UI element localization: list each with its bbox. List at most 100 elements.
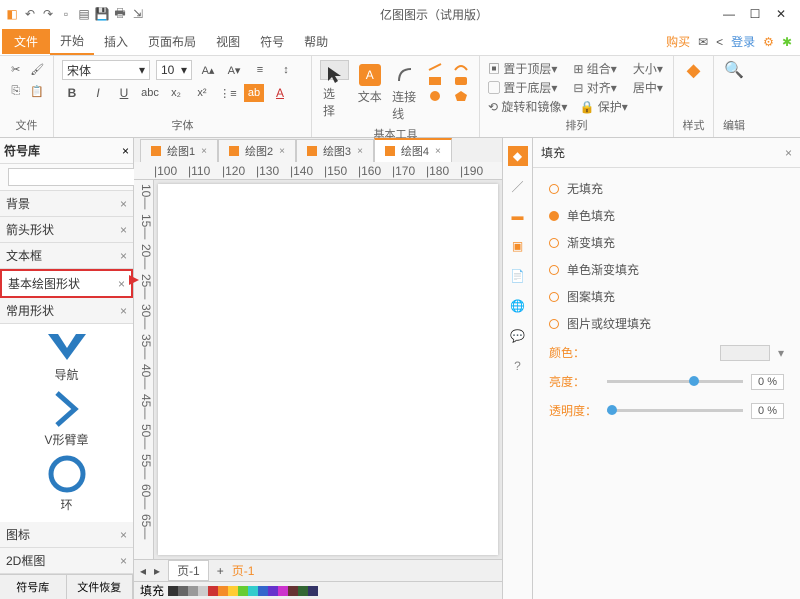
minimize-icon[interactable]: — (722, 7, 736, 21)
swatch[interactable] (258, 586, 268, 596)
line-shape-icon[interactable] (427, 62, 443, 72)
sub-icon[interactable]: x₂ (166, 84, 186, 102)
fill-option-4[interactable]: 图案填充 (549, 288, 784, 305)
swatch[interactable] (178, 586, 188, 596)
undo-icon[interactable]: ↶ (22, 6, 38, 22)
open-icon[interactable]: ▤ (76, 6, 92, 22)
bold-icon[interactable]: B (62, 84, 82, 102)
opacity-slider[interactable] (607, 409, 743, 412)
fill-option-1[interactable]: 单色填充 (549, 207, 784, 224)
highlight-icon[interactable]: ab (244, 84, 264, 102)
save-icon[interactable]: 💾 (94, 6, 110, 22)
settings-icon[interactable]: ⚙ (763, 35, 774, 49)
cut-icon[interactable]: ✂ (8, 60, 24, 78)
share-icon[interactable]: < (716, 35, 723, 49)
layer-tool-icon[interactable]: ▣ (508, 236, 528, 256)
strike-icon[interactable]: abc (140, 84, 160, 102)
page-nav-prev[interactable]: ◂ (140, 564, 146, 578)
arrange-rotate[interactable]: ⟲ 旋转和镜像▾ (488, 98, 567, 115)
shadow-tool-icon[interactable]: ▬ (508, 206, 528, 226)
shrink-font-icon[interactable]: A▾ (224, 61, 244, 79)
swatch[interactable] (298, 586, 308, 596)
brightness-slider[interactable] (607, 380, 743, 383)
close-icon[interactable]: ✕ (774, 7, 788, 21)
style-icon[interactable]: ◆ (687, 60, 701, 81)
panel-close-icon[interactable]: × (122, 144, 129, 158)
export-icon[interactable]: ⇲ (130, 6, 146, 22)
tab-view[interactable]: 视图 (206, 29, 250, 54)
tab-help[interactable]: 帮助 (294, 29, 338, 54)
fill-tool-icon[interactable]: ◆ (508, 146, 528, 166)
swatch[interactable] (218, 586, 228, 596)
theme-tool-icon[interactable]: 🌐 (508, 296, 528, 316)
arrange-center[interactable]: 居中▾ (633, 79, 663, 96)
color-picker[interactable] (720, 345, 770, 361)
buy-link[interactable]: 购买 (666, 33, 690, 50)
tab-insert[interactable]: 插入 (94, 29, 138, 54)
category-1[interactable]: 箭头形状× (0, 217, 133, 243)
text-tool-icon[interactable]: 📄 (508, 266, 528, 286)
connector-tool[interactable]: 连接线 (390, 60, 419, 126)
category-6[interactable]: 2D框图× (0, 548, 133, 574)
category-5[interactable]: 图标× (0, 522, 133, 548)
arrange-front[interactable]: ▣ 置于顶层▾ (488, 60, 557, 77)
shape-nav[interactable]: 导航 (44, 330, 90, 383)
swatch[interactable] (278, 586, 288, 596)
arc-shape-icon[interactable] (453, 62, 469, 72)
doc-tab-3[interactable]: 绘图4× (374, 138, 452, 162)
swatch[interactable] (168, 586, 178, 596)
rect-shape-icon[interactable] (427, 76, 443, 86)
arrange-size[interactable]: 大小▾ (633, 60, 663, 77)
brush-icon[interactable]: 🖌 (30, 60, 46, 78)
spacing-icon[interactable]: ↕ (276, 61, 296, 79)
shape-ring[interactable]: 环 (47, 454, 87, 513)
select-tool[interactable]: 选择 (320, 60, 349, 80)
login-link[interactable]: 登录 (731, 33, 755, 50)
fill-option-2[interactable]: 渐变填充 (549, 234, 784, 251)
doc-tab-1[interactable]: 绘图2× (218, 139, 296, 162)
align-icon[interactable]: ≡ (250, 61, 270, 79)
tab-symbol[interactable]: 符号 (250, 29, 294, 54)
swatch[interactable] (238, 586, 248, 596)
category-4[interactable]: 常用形状× (0, 298, 133, 324)
page-tab[interactable]: 页-1 (168, 560, 209, 581)
fill-panel-close-icon[interactable]: × (785, 146, 792, 160)
new-icon[interactable]: ▫ (58, 6, 74, 22)
file-menu[interactable]: 文件 (2, 29, 50, 54)
swatch[interactable] (288, 586, 298, 596)
foot-tab-library[interactable]: 符号库 (0, 575, 67, 599)
category-2[interactable]: 文本框× (0, 243, 133, 269)
arrange-protect[interactable]: 🔒 保护▾ (579, 98, 627, 115)
text-tool[interactable]: A文本 (355, 60, 384, 109)
swatch[interactable] (188, 586, 198, 596)
rrect-shape-icon[interactable] (453, 76, 469, 86)
tab-home[interactable]: 开始 (50, 28, 94, 55)
swatch[interactable] (228, 586, 238, 596)
arrange-back[interactable]: ▢ 置于底层▾ (488, 79, 557, 96)
line-tool-icon[interactable]: ／ (508, 176, 528, 196)
foot-tab-recover[interactable]: 文件恢复 (67, 575, 134, 599)
opacity-value[interactable]: 0 % (751, 403, 784, 419)
font-select[interactable]: 宋体▾ (62, 60, 150, 80)
feedback-icon[interactable]: ✉ (698, 35, 708, 49)
fill-option-5[interactable]: 图片或纹理填充 (549, 315, 784, 332)
category-0[interactable]: 背景× (0, 191, 133, 217)
page-nav-next[interactable]: ▸ (154, 564, 160, 578)
italic-icon[interactable]: I (88, 84, 108, 102)
doc-tab-0[interactable]: 绘图1× (140, 139, 218, 162)
print-icon[interactable]: 🖶 (112, 6, 128, 22)
shape-chevron[interactable]: V形臂章 (44, 389, 88, 448)
comment-tool-icon[interactable]: 💬 (508, 326, 528, 346)
arrange-align[interactable]: ⊟ 对齐▾ (573, 79, 616, 96)
brightness-value[interactable]: 0 % (751, 374, 784, 390)
canvas-page[interactable] (158, 184, 498, 555)
page-add-icon[interactable]: + (217, 564, 224, 578)
maximize-icon[interactable]: ☐ (748, 7, 762, 21)
swatch[interactable] (198, 586, 208, 596)
size-select[interactable]: 10▾ (156, 60, 192, 80)
fill-option-0[interactable]: 无填充 (549, 180, 784, 197)
redo-icon[interactable]: ↷ (40, 6, 56, 22)
help-tool-icon[interactable]: ? (508, 356, 528, 376)
copy-icon[interactable]: ⎘ (8, 82, 24, 100)
doc-tab-2[interactable]: 绘图3× (296, 139, 374, 162)
